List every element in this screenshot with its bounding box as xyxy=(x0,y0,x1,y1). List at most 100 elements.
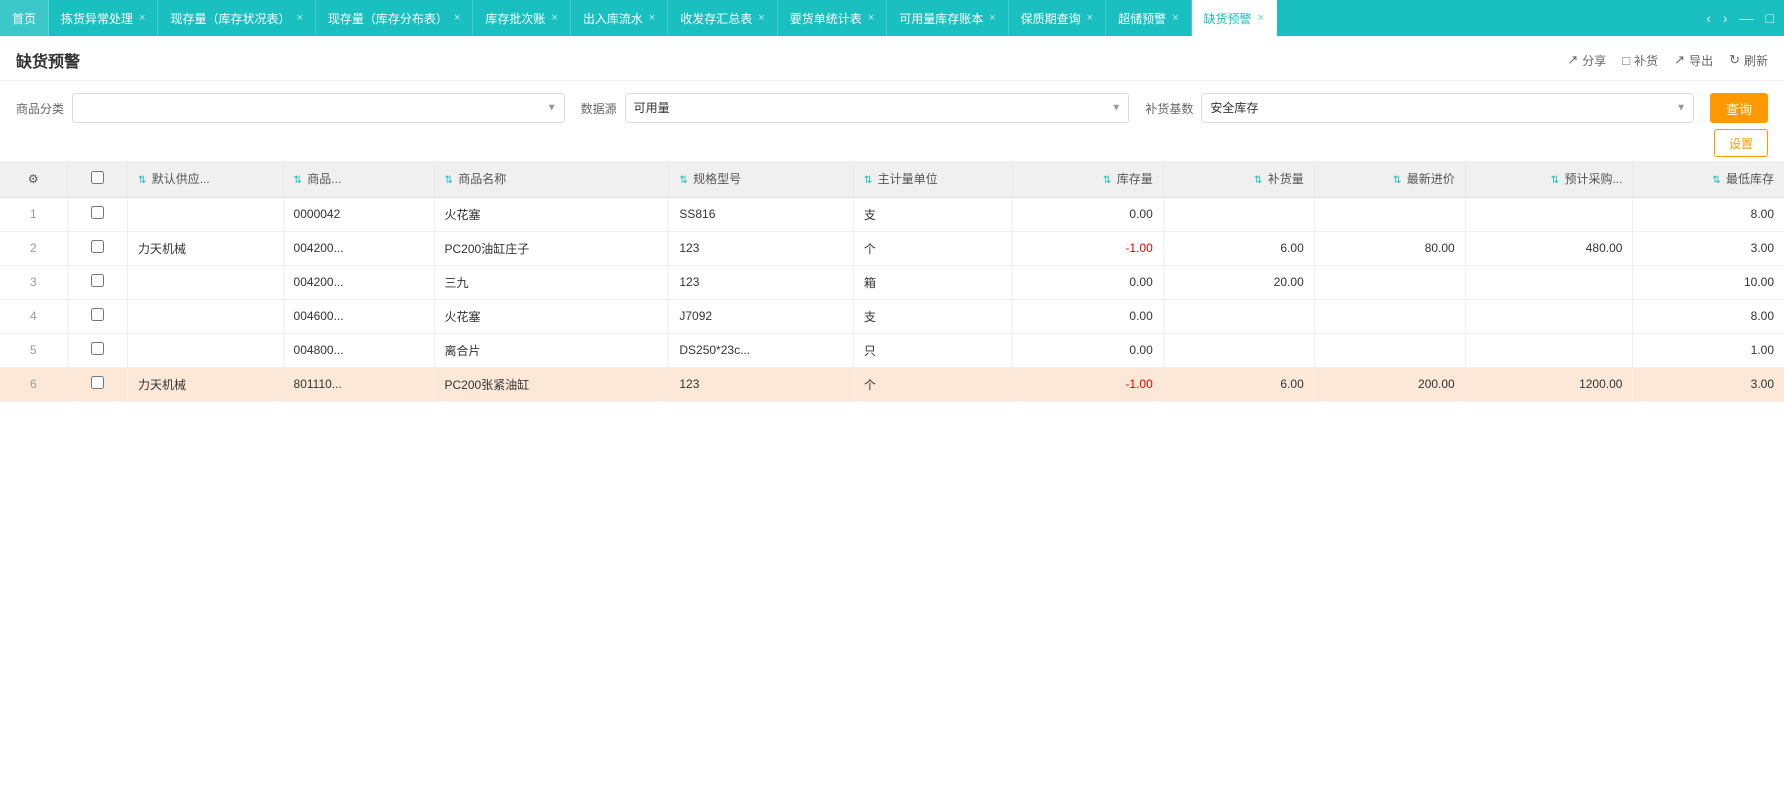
th-latest-price[interactable]: ⇅ 最新进价 xyxy=(1314,161,1465,197)
share-button[interactable]: ↗ 分享 xyxy=(1567,52,1606,69)
row-spec-2: 123 xyxy=(669,265,854,299)
replenish-base-select[interactable]: 安全库存 xyxy=(1201,93,1694,123)
table-row: 2 力天机械 004200... PC200油缸庄子 123 个 -1.00 6… xyxy=(0,231,1784,265)
tab-shortage[interactable]: 缺货预警 × xyxy=(1192,0,1277,36)
row-checkbox-5[interactable] xyxy=(67,367,127,401)
row-est-purchase-5: 1200.00 xyxy=(1465,367,1633,401)
th-code[interactable]: ⇅ 商品... xyxy=(283,161,434,197)
tab-overstock-label: 超储预警 xyxy=(1118,10,1166,27)
category-filter-select[interactable] xyxy=(72,93,565,123)
row-est-purchase-3 xyxy=(1465,299,1633,333)
row-supplier-5: 力天机械 xyxy=(127,367,283,401)
row-check-5[interactable] xyxy=(91,376,104,389)
row-checkbox-3[interactable] xyxy=(67,299,127,333)
th-gear[interactable]: ⚙ xyxy=(0,161,67,197)
sort-stock-icon: ⇅ xyxy=(1103,175,1111,186)
row-stock-3: 0.00 xyxy=(1012,299,1163,333)
tab-expiry-query[interactable]: 保质期查询 × xyxy=(1009,0,1106,36)
th-stock[interactable]: ⇅ 库存量 xyxy=(1012,161,1163,197)
th-replenish[interactable]: ⇅ 补货量 xyxy=(1163,161,1314,197)
tab-order-stat-close[interactable]: × xyxy=(868,12,874,24)
tab-order-stat-label: 要货单统计表 xyxy=(790,10,862,27)
select-all-checkbox[interactable] xyxy=(91,171,104,184)
export-icon: ↗ xyxy=(1674,52,1685,68)
refresh-button[interactable]: ↻ 刷新 xyxy=(1729,52,1768,69)
row-check-3[interactable] xyxy=(91,308,104,321)
tab-available-ledger-close[interactable]: × xyxy=(989,12,995,24)
row-check-2[interactable] xyxy=(91,274,104,287)
tab-inout-flow[interactable]: 出入库流水 × xyxy=(571,0,668,36)
data-table-wrap: ⚙ ⇅ 默认供应... ⇅ 商品... ⇅ 商品名称 xyxy=(0,161,1784,402)
row-min-stock-1: 3.00 xyxy=(1633,231,1784,265)
tab-bar: 首页 拣货异常处理 × 现存量（库存状况表） × 现存量（库存分布表） × 库存… xyxy=(0,0,1784,36)
table-row: 1 0000042 火花塞 SS816 支 0.00 8.00 xyxy=(0,197,1784,231)
datasource-filter-label: 数据源 xyxy=(581,100,617,117)
datasource-filter-select[interactable]: 可用量 xyxy=(625,93,1130,123)
tab-inventory-status[interactable]: 现存量（库存状况表） × xyxy=(158,0,315,36)
th-supplier[interactable]: ⇅ 默认供应... xyxy=(127,161,283,197)
sort-name-icon: ⇅ xyxy=(445,175,453,186)
row-unit-4: 只 xyxy=(853,333,1012,367)
row-name-1: PC200油缸庄子 xyxy=(434,231,669,265)
th-est-purchase[interactable]: ⇅ 预计采购... xyxy=(1465,161,1633,197)
tab-inventory-status-close[interactable]: × xyxy=(296,12,302,24)
row-checkbox-4[interactable] xyxy=(67,333,127,367)
row-unit-3: 支 xyxy=(853,299,1012,333)
tab-home-label: 首页 xyxy=(12,10,36,27)
sort-unit-icon: ⇅ xyxy=(864,175,872,186)
tab-shortage-close[interactable]: × xyxy=(1258,12,1264,24)
th-min-stock[interactable]: ⇅ 最低库存 xyxy=(1633,161,1784,197)
row-checkbox-0[interactable] xyxy=(67,197,127,231)
row-replenish-1: 6.00 xyxy=(1163,231,1314,265)
refresh-icon: ↻ xyxy=(1729,52,1740,68)
th-name[interactable]: ⇅ 商品名称 xyxy=(434,161,669,197)
tab-abnormal-close[interactable]: × xyxy=(139,12,145,24)
filter-actions: 查询 设置 xyxy=(1710,93,1768,157)
tab-inventory-dist-close[interactable]: × xyxy=(454,12,460,24)
tab-receive-summary-close[interactable]: × xyxy=(758,12,764,24)
th-code-label: 商品... xyxy=(307,172,341,186)
tab-batch-account[interactable]: 库存批次账 × xyxy=(473,0,570,36)
tab-receive-summary[interactable]: 收发存汇总表 × xyxy=(668,0,777,36)
row-check-1[interactable] xyxy=(91,240,104,253)
tab-overstock-close[interactable]: × xyxy=(1172,12,1178,24)
row-spec-5: 123 xyxy=(669,367,854,401)
th-unit[interactable]: ⇅ 主计量单位 xyxy=(853,161,1012,197)
th-replenish-label: 补货量 xyxy=(1268,172,1304,186)
tab-next-btn[interactable]: › xyxy=(1717,10,1734,26)
tab-inout-flow-close[interactable]: × xyxy=(649,12,655,24)
tab-home[interactable]: 首页 xyxy=(0,0,49,36)
tab-order-stat[interactable]: 要货单统计表 × xyxy=(778,0,887,36)
row-check-4[interactable] xyxy=(91,342,104,355)
tab-minimize-btn[interactable]: — xyxy=(1734,10,1760,26)
query-button[interactable]: 查询 xyxy=(1710,93,1768,123)
replenish-button[interactable]: □ 补货 xyxy=(1622,52,1658,69)
row-supplier-2 xyxy=(127,265,283,299)
sort-code-icon: ⇅ xyxy=(294,175,302,186)
settings-button[interactable]: 设置 xyxy=(1714,129,1768,157)
share-label: 分享 xyxy=(1582,52,1606,69)
tab-overstock[interactable]: 超储预警 × xyxy=(1106,0,1191,36)
tab-batch-account-close[interactable]: × xyxy=(551,12,557,24)
tab-available-ledger[interactable]: 可用量库存账本 × xyxy=(887,0,1008,36)
export-button[interactable]: ↗ 导出 xyxy=(1674,52,1713,69)
row-latest-price-3 xyxy=(1314,299,1465,333)
tab-inventory-dist[interactable]: 现存量（库存分布表） × xyxy=(316,0,473,36)
row-checkbox-1[interactable] xyxy=(67,231,127,265)
row-name-0: 火花塞 xyxy=(434,197,669,231)
row-check-0[interactable] xyxy=(91,206,104,219)
tab-expiry-query-close[interactable]: × xyxy=(1087,12,1093,24)
th-spec[interactable]: ⇅ 规格型号 xyxy=(669,161,854,197)
row-replenish-0 xyxy=(1163,197,1314,231)
tab-maximize-btn[interactable]: □ xyxy=(1760,10,1780,26)
sort-replenish-icon: ⇅ xyxy=(1254,175,1262,186)
tab-prev-btn[interactable]: ‹ xyxy=(1700,10,1717,26)
row-latest-price-2 xyxy=(1314,265,1465,299)
tab-inventory-status-label: 现存量（库存状况表） xyxy=(170,10,290,27)
row-supplier-3 xyxy=(127,299,283,333)
replenish-icon: □ xyxy=(1622,53,1630,68)
tab-abnormal[interactable]: 拣货异常处理 × xyxy=(49,0,158,36)
th-checkbox[interactable] xyxy=(67,161,127,197)
row-checkbox-2[interactable] xyxy=(67,265,127,299)
row-est-purchase-1: 480.00 xyxy=(1465,231,1633,265)
